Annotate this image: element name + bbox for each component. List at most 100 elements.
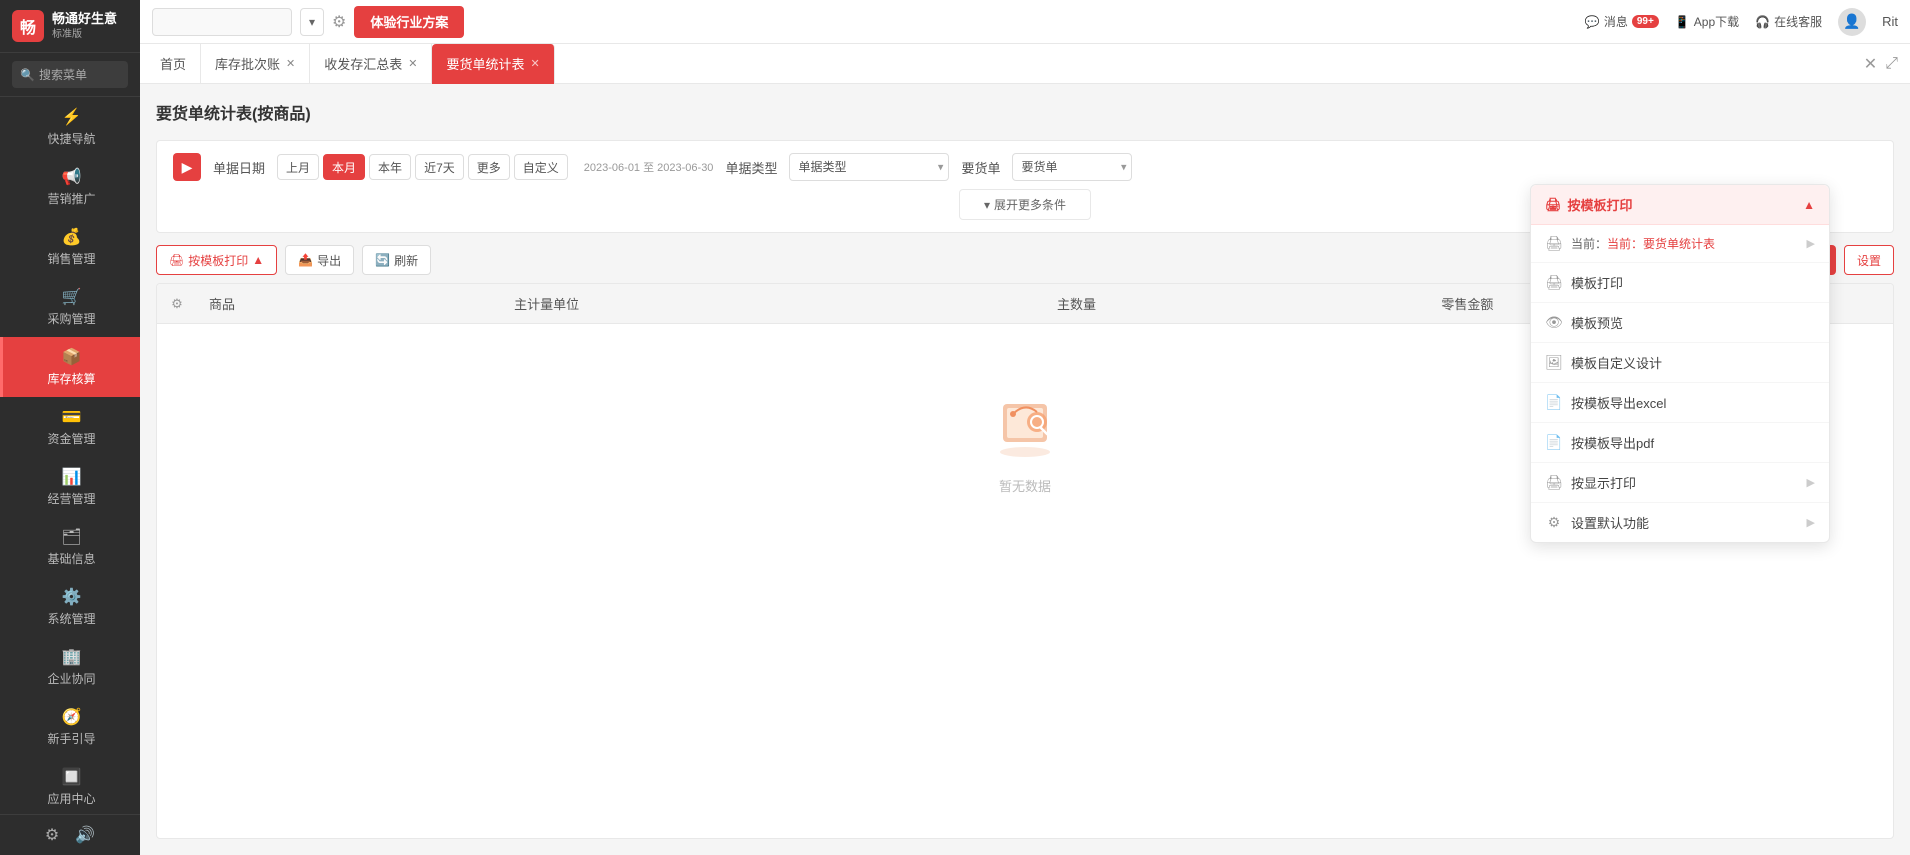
basic-icon: 🗂 (61, 527, 81, 547)
refresh-button[interactable]: 🔄 刷新 (362, 245, 431, 275)
app-download-item[interactable]: 📱 App下载 (1675, 13, 1739, 30)
goods-type-select[interactable]: 要货单 (1012, 153, 1132, 181)
print-dropdown-panel: 🖨 按模板打印 ▲ 🖨 当前：当前：要货单统计表 ▶ 🖨 模板打印 👁 模板预览 (1530, 184, 1830, 543)
sidebar-logo: 畅 畅通好生意 标准版 (0, 0, 140, 53)
export-excel-label: 按模板导出excel (1571, 393, 1666, 412)
sidebar-item-label: 企业协同 (47, 670, 95, 687)
period-current-month[interactable]: 本月 (323, 154, 365, 180)
print-header-label: 按模板打印 (1568, 195, 1633, 214)
print-header-icon: 🖨 (1545, 197, 1562, 213)
date-range-text: 2023-06-01 至 2023-06-30 (584, 159, 714, 175)
display-print-chevron: ▶ (1807, 476, 1815, 489)
print-template-button[interactable]: 🖨 按模板打印 ▲ (156, 245, 277, 275)
col-settings[interactable]: ⚙ (157, 284, 197, 324)
print-menu-export-pdf[interactable]: 📄 按模板导出pdf (1531, 423, 1829, 463)
sidebar-item-company[interactable]: 🏢 企业协同 (0, 637, 140, 697)
gear-icon[interactable]: ⚙ (332, 12, 346, 32)
online-service-item[interactable]: 🎧 在线客服 (1755, 13, 1822, 30)
print-menu-template-custom[interactable]: 🖼 模板自定义设计 (1531, 343, 1829, 383)
topbar-search-input[interactable] (152, 8, 292, 36)
speaker-bottom-icon[interactable]: 🔊 (75, 825, 95, 845)
print-menu-current[interactable]: 🖨 当前：当前：要货单统计表 ▶ (1531, 225, 1829, 263)
app-title: 畅通好生意 (52, 11, 117, 28)
tab-batch-account[interactable]: 库存批次账 ✕ (201, 44, 310, 84)
print-menu-default-settings[interactable]: ⚙ 设置默认功能 ▶ (1531, 503, 1829, 542)
message-item[interactable]: 💬 消息 99+ (1585, 13, 1659, 30)
template-print-icon: 🖨 (1545, 274, 1563, 291)
finance-icon: 💳 (62, 407, 82, 427)
period-more[interactable]: 更多 (468, 154, 510, 180)
sidebar-item-system[interactable]: ⚙️ 系统管理 (0, 577, 140, 637)
expand-more-button[interactable]: ▾ 展开更多条件 (959, 189, 1091, 220)
bill-type-select-wrapper: 单据类型 (789, 153, 949, 181)
sidebar-item-basic[interactable]: 🗂 基础信息 (0, 517, 140, 577)
main-wrapper: ▾ ⚙ 体验行业方案 💬 消息 99+ 📱 App下载 🎧 在线客服 👤 Rit (140, 0, 1910, 855)
sidebar-search-section: 🔍 搜索菜单 (0, 53, 140, 97)
sidebar-item-label: 经营管理 (47, 490, 95, 507)
period-prev-month[interactable]: 上月 (277, 154, 319, 180)
sidebar-item-guide[interactable]: 🧭 新手引导 (0, 697, 140, 757)
sidebar-item-label: 库存核算 (47, 370, 95, 387)
bill-type-select[interactable]: 单据类型 (789, 153, 949, 181)
date-label: 单据日期 (213, 158, 265, 177)
default-settings-icon: ⚙ (1545, 514, 1563, 531)
chevron-up-icon[interactable]: ▲ (1803, 198, 1815, 212)
export-button[interactable]: 📤 导出 (285, 245, 354, 275)
sidebar-item-finance[interactable]: 💳 资金管理 (0, 397, 140, 457)
display-print-icon: 🖨 (1545, 474, 1563, 491)
filter-row: ▶ 单据日期 上月 本月 本年 近7天 更多 自定义 2023-06-01 至 … (173, 153, 1877, 181)
goods-type-select-wrapper: 要货单 (1012, 153, 1132, 181)
search-icon: 🔍 (20, 68, 35, 82)
chevron-up-icon: ▲ (252, 253, 264, 267)
print-dropdown-title: 🖨 按模板打印 (1545, 195, 1633, 214)
print-menu-display-print[interactable]: 🖨 按显示打印 ▶ (1531, 463, 1829, 503)
settings-button[interactable]: 设置 (1844, 245, 1894, 275)
period-7days[interactable]: 近7天 (415, 154, 464, 180)
sidebar-search-button[interactable]: 🔍 搜索菜单 (12, 61, 128, 88)
current-label: 当前：当前：要货单统计表 (1571, 235, 1715, 252)
template-preview-label: 模板预览 (1571, 313, 1623, 332)
sidebar: 畅 畅通好生意 标准版 🔍 搜索菜单 ⚡ 快捷导航 📢 营销推广 💰 销售管理 … (0, 0, 140, 855)
avatar[interactable]: 👤 (1838, 8, 1866, 36)
sidebar-item-sales[interactable]: 💰 销售管理 (0, 217, 140, 277)
col-qty: 主数量 (1045, 284, 1429, 324)
table-settings-gear[interactable]: ⚙ (171, 296, 183, 311)
sidebar-item-operations[interactable]: 📊 经营管理 (0, 457, 140, 517)
print-menu-template-print[interactable]: 🖨 模板打印 (1531, 263, 1829, 303)
tab-order-summary-close[interactable]: ✕ (531, 57, 540, 70)
settings-bottom-icon[interactable]: ⚙ (45, 825, 59, 845)
export-pdf-icon: 📄 (1545, 434, 1563, 451)
sidebar-item-quick-nav[interactable]: ⚡ 快捷导航 (0, 97, 140, 157)
quick-nav-icon: ⚡ (62, 107, 82, 127)
period-custom[interactable]: 自定义 (514, 154, 568, 180)
bill-type-label: 单据类型 (725, 158, 777, 177)
app-subtitle: 标准版 (52, 28, 117, 41)
template-preview-icon: 👁 (1545, 314, 1563, 331)
sidebar-item-marketing[interactable]: 📢 营销推广 (0, 157, 140, 217)
sidebar-item-inventory[interactable]: 📦 库存核算 (0, 337, 140, 397)
filter-toggle-button[interactable]: ▶ (173, 153, 201, 181)
tab-batch-account-close[interactable]: ✕ (286, 57, 295, 70)
col-unit: 主计量单位 (502, 284, 1045, 324)
apps-icon: 🔲 (62, 767, 82, 787)
tab-order-summary[interactable]: 要货单统计表 ✕ (432, 44, 554, 84)
message-label: 消息 (1604, 13, 1628, 30)
sidebar-item-purchase[interactable]: 🛒 采购管理 (0, 277, 140, 337)
maximize-tab-button[interactable]: ⤢ (1885, 55, 1898, 73)
empty-illustration (985, 384, 1065, 464)
close-tab-button[interactable]: ✕ (1864, 54, 1877, 74)
sidebar-nav: ⚡ 快捷导航 📢 营销推广 💰 销售管理 🛒 采购管理 📦 库存核算 💳 资金管… (0, 97, 140, 814)
print-menu-export-excel[interactable]: 📄 按模板导出excel (1531, 383, 1829, 423)
tab-home[interactable]: 首页 (152, 44, 201, 84)
app-download-label: App下载 (1694, 13, 1739, 30)
print-menu-template-preview[interactable]: 👁 模板预览 (1531, 303, 1829, 343)
tab-receipt-summary[interactable]: 收发存汇总表 ✕ (310, 44, 432, 84)
period-current-year[interactable]: 本年 (369, 154, 411, 180)
tab-receipt-summary-close[interactable]: ✕ (408, 57, 417, 70)
topbar: ▾ ⚙ 体验行业方案 💬 消息 99+ 📱 App下载 🎧 在线客服 👤 Rit (140, 0, 1910, 44)
industry-btn[interactable]: 体验行业方案 (354, 6, 464, 38)
company-icon: 🏢 (62, 647, 82, 667)
template-custom-label: 模板自定义设计 (1571, 353, 1662, 372)
sidebar-item-apps[interactable]: 🔲 应用中心 (0, 757, 140, 814)
topbar-dropdown-button[interactable]: ▾ (300, 8, 324, 36)
